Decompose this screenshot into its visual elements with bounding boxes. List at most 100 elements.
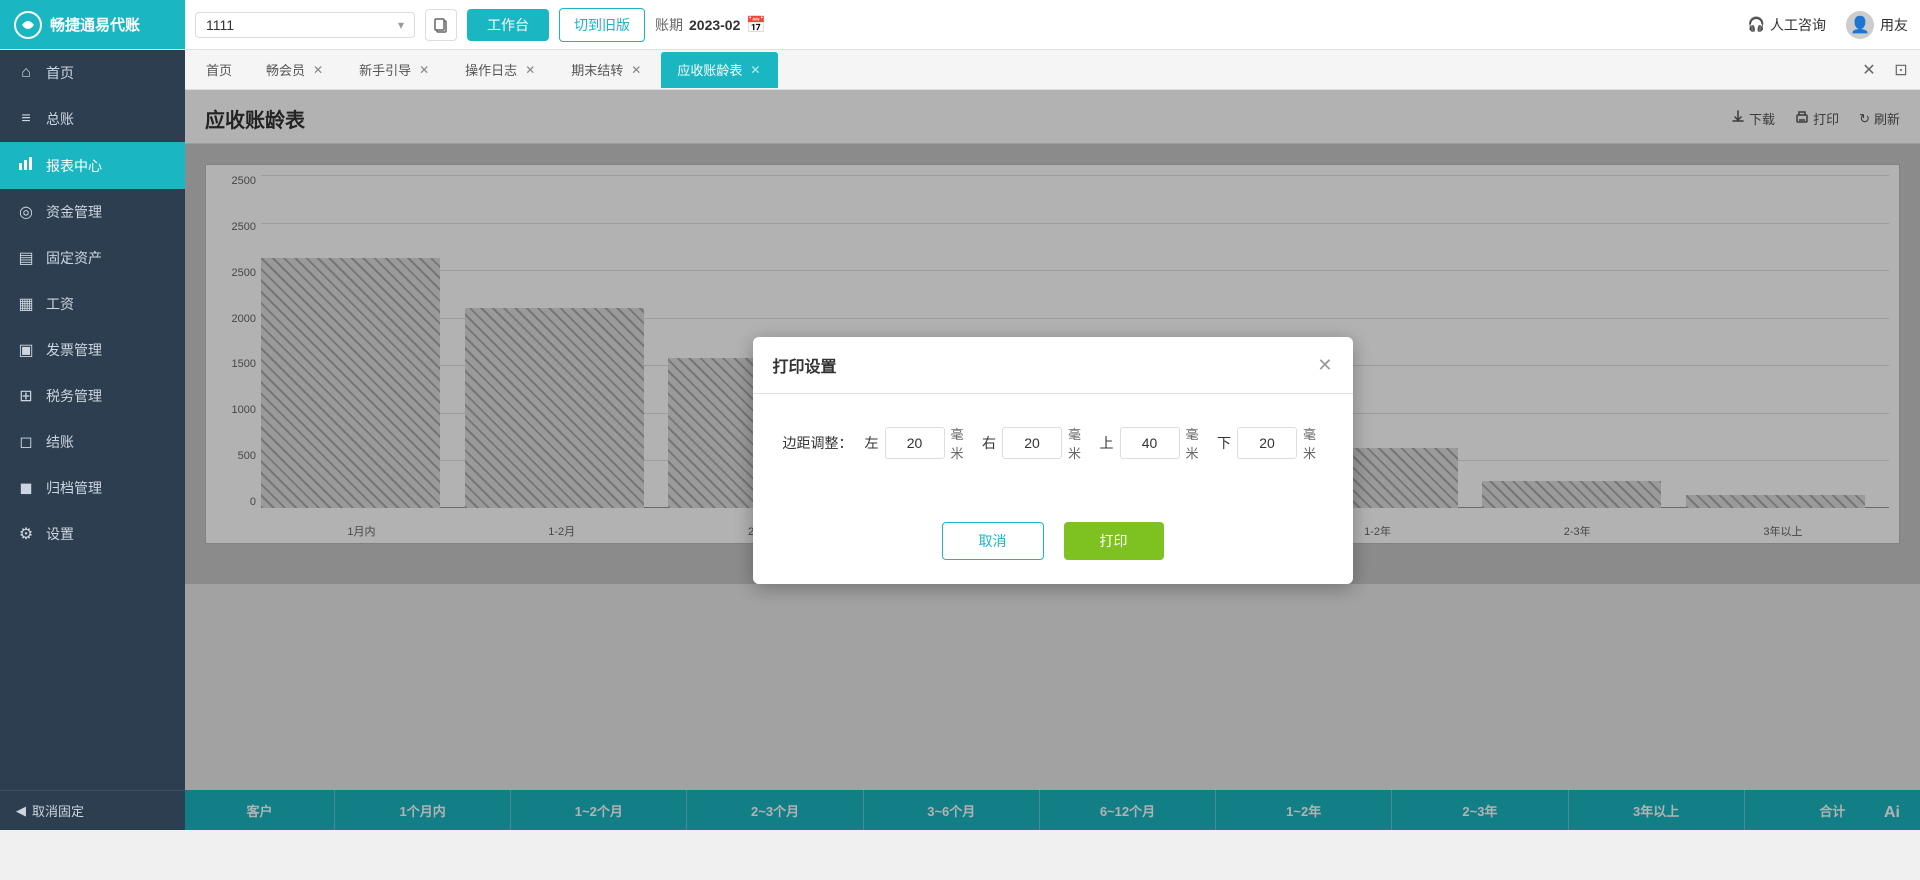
margin-label: 边距调整： <box>783 433 853 453</box>
bottom-margin-input[interactable] <box>1237 427 1297 459</box>
sidebar-item-home[interactable]: ⌂ 首页 <box>0 50 185 96</box>
ledger-icon: ≡ <box>16 110 36 128</box>
consult-button[interactable]: 🎧 人工咨询 <box>1748 15 1826 35</box>
sidebar-label-assets: 固定资产 <box>46 248 102 268</box>
dialog-body: 边距调整： 左 毫米 右 毫米 上 <box>753 394 1353 512</box>
sidebar-item-settings[interactable]: ⚙ 设置 <box>0 511 185 557</box>
invoices-icon: ▣ <box>16 340 36 360</box>
settings-icon: ⚙ <box>16 524 36 544</box>
tab-period-end-close[interactable]: ✕ <box>629 63 643 77</box>
assets-icon: ▤ <box>16 248 36 268</box>
maximize-window-button[interactable]: ⊡ <box>1887 56 1915 84</box>
sidebar-item-funds[interactable]: ◎ 资金管理 <box>0 189 185 235</box>
main-content: 首页 畅会员 ✕ 新手引导 ✕ 操作日志 ✕ 期末结转 ✕ 应收账龄表 ✕ ✕ … <box>185 50 1920 830</box>
logo-icon <box>14 11 42 39</box>
sidebar-item-assets[interactable]: ▤ 固定资产 <box>0 235 185 281</box>
tax-icon: ⊞ <box>16 386 36 406</box>
switch-version-button[interactable]: 切到旧版 <box>559 8 645 42</box>
right-margin-input[interactable] <box>1002 427 1062 459</box>
headset-icon: 🎧 <box>1748 16 1765 33</box>
tab-member-label: 畅会员 <box>266 60 305 79</box>
left-margin-input[interactable] <box>885 427 945 459</box>
sidebar-label-funds: 资金管理 <box>46 202 102 222</box>
sidebar-item-tax[interactable]: ⊞ 税务管理 <box>0 373 185 419</box>
sidebar-label-ledger: 总账 <box>46 109 74 129</box>
dialog-footer: 取消 打印 <box>753 512 1353 584</box>
sidebar-label-home: 首页 <box>46 63 74 83</box>
close-window-button[interactable]: ✕ <box>1855 56 1883 84</box>
page-content: 应收账龄表 下载 打印 ↻ 刷新 <box>185 90 1920 830</box>
salary-icon: ▦ <box>16 294 36 314</box>
left-margin-group: 左 毫米 <box>865 424 971 462</box>
tab-member-close[interactable]: ✕ <box>311 63 325 77</box>
consult-label: 人工咨询 <box>1770 15 1826 35</box>
right-label: 右 <box>982 433 996 453</box>
print-confirm-button[interactable]: 打印 <box>1064 522 1164 560</box>
top-unit: 毫米 <box>1186 424 1206 462</box>
logo-text: 畅捷通易代账 <box>50 14 140 35</box>
tab-aging-label: 应收账龄表 <box>677 60 742 79</box>
right-unit: 毫米 <box>1068 424 1088 462</box>
tab-bar: 首页 畅会员 ✕ 新手引导 ✕ 操作日志 ✕ 期末结转 ✕ 应收账龄表 ✕ ✕ … <box>185 50 1920 90</box>
sidebar-item-closing[interactable]: ◻ 结账 <box>0 419 185 465</box>
cancel-button[interactable]: 取消 <box>942 522 1044 560</box>
user-name: 用友 <box>1880 15 1908 35</box>
right-margin-group: 右 毫米 <box>982 424 1088 462</box>
sidebar-item-salary[interactable]: ▦ 工资 <box>0 281 185 327</box>
sidebar-item-invoices[interactable]: ▣ 发票管理 <box>0 327 185 373</box>
tab-guide[interactable]: 新手引导 ✕ <box>343 52 447 88</box>
period-area: 账期 2023-02 📅 <box>655 15 766 35</box>
company-name: 1111 <box>206 17 390 33</box>
tab-oplog-label: 操作日志 <box>465 60 517 79</box>
reports-icon <box>16 155 36 176</box>
sidebar-label-settings: 设置 <box>46 524 74 544</box>
avatar: 👤 <box>1846 11 1874 39</box>
sidebar-label-salary: 工资 <box>46 294 74 314</box>
tab-period-end-label: 期末结转 <box>571 60 623 79</box>
sidebar-item-reports[interactable]: 报表中心 <box>0 142 185 189</box>
top-label: 上 <box>1100 433 1114 453</box>
sidebar-collapse-button[interactable]: ◀ 取消固定 <box>0 790 185 830</box>
calendar-icon[interactable]: 📅 <box>746 15 766 35</box>
top-margin-input[interactable] <box>1120 427 1180 459</box>
company-selector[interactable]: 1111 ▾ <box>195 12 415 38</box>
collapse-label: 取消固定 <box>32 801 84 820</box>
tab-period-end[interactable]: 期末结转 ✕ <box>555 52 659 88</box>
dialog-close-button[interactable]: ✕ <box>1317 356 1332 374</box>
sidebar-scroll: ⌂ 首页 ≡ 总账 报表中心 ◎ 资金管理 ▤ 固定资产 ▦ <box>0 50 185 790</box>
copy-button[interactable] <box>425 9 457 41</box>
tab-member[interactable]: 畅会员 ✕ <box>250 52 341 88</box>
archive-icon: ◼ <box>16 478 36 498</box>
bottom-unit: 毫米 <box>1303 424 1323 462</box>
tab-oplog[interactable]: 操作日志 ✕ <box>449 52 553 88</box>
left-unit: 毫米 <box>951 424 971 462</box>
dialog-header: 打印设置 ✕ <box>753 337 1353 394</box>
user-area[interactable]: 👤 用友 <box>1846 11 1908 39</box>
sidebar: ⌂ 首页 ≡ 总账 报表中心 ◎ 资金管理 ▤ 固定资产 ▦ <box>0 50 185 830</box>
period-value: 2023-02 <box>689 17 740 33</box>
bottom-margin-group: 下 毫米 <box>1217 424 1323 462</box>
sidebar-label-invoices: 发票管理 <box>46 340 102 360</box>
header-right: 🎧 人工咨询 👤 用友 <box>1748 11 1908 39</box>
collapse-icon: ◀ <box>16 803 26 819</box>
logo-area: 畅捷通易代账 <box>0 0 185 49</box>
dialog-title: 打印设置 <box>773 353 837 377</box>
tab-aging[interactable]: 应收账龄表 ✕ <box>661 52 778 88</box>
sidebar-label-tax: 税务管理 <box>46 386 102 406</box>
left-label: 左 <box>865 433 879 453</box>
sidebar-label-reports: 报表中心 <box>46 156 102 176</box>
tab-guide-close[interactable]: ✕ <box>417 63 431 77</box>
tab-guide-label: 新手引导 <box>359 60 411 79</box>
sidebar-item-archive[interactable]: ◼ 归档管理 <box>0 465 185 511</box>
top-margin-group: 上 毫米 <box>1100 424 1206 462</box>
chevron-down-icon: ▾ <box>398 18 404 32</box>
top-header: 畅捷通易代账 1111 ▾ 工作台 切到旧版 账期 2023-02 📅 🎧 人工… <box>0 0 1920 50</box>
tab-window-actions: ✕ ⊡ <box>1855 56 1915 84</box>
tab-oplog-close[interactable]: ✕ <box>523 63 537 77</box>
workbench-button[interactable]: 工作台 <box>467 9 549 41</box>
sidebar-item-ledger[interactable]: ≡ 总账 <box>0 96 185 142</box>
modal-overlay: 打印设置 ✕ 边距调整： 左 毫米 右 毫米 <box>185 90 1920 830</box>
tab-aging-close[interactable]: ✕ <box>748 63 762 77</box>
tab-home[interactable]: 首页 <box>190 52 248 88</box>
margin-row: 边距调整： 左 毫米 右 毫米 上 <box>783 424 1323 462</box>
